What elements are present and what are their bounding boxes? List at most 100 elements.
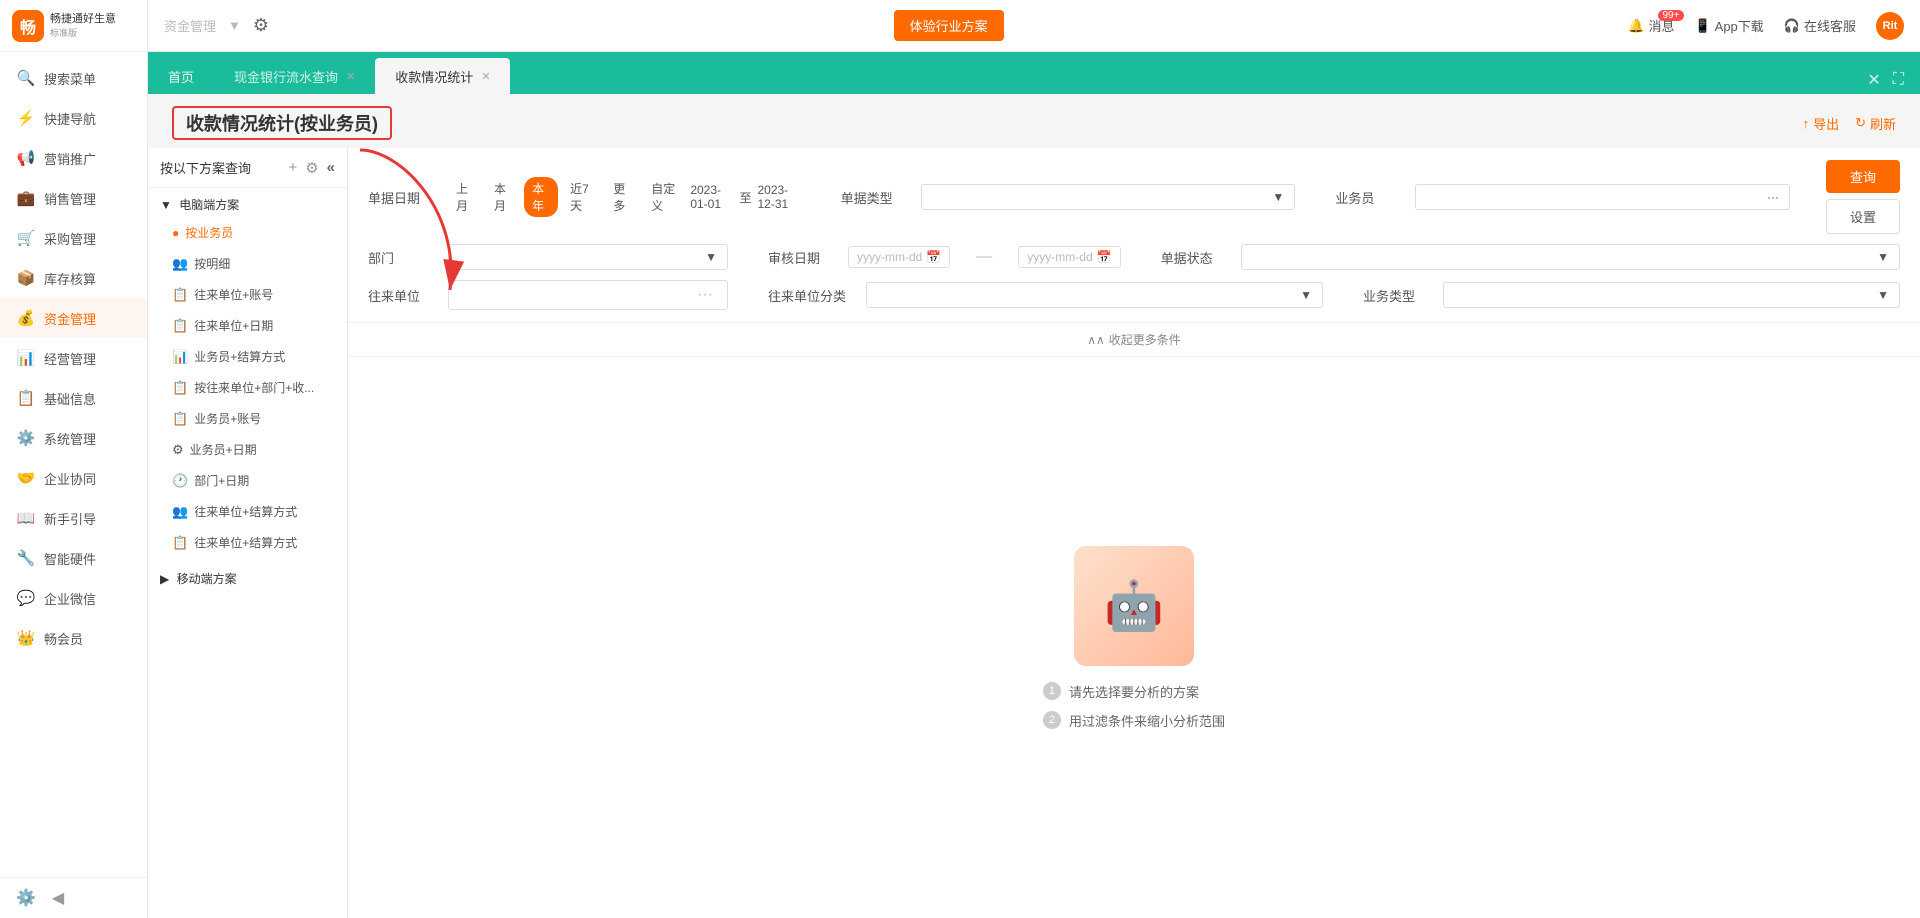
tree-expand-arrow[interactable]: ▼ [160, 198, 172, 212]
shortcut-last-month[interactable]: 上月 [448, 177, 482, 217]
tree-item-salesman-account[interactable]: 📋 业务员+账号 [148, 403, 347, 434]
shortcut-custom[interactable]: 自定义 [643, 177, 686, 217]
counterpart-select[interactable]: ··· [448, 280, 728, 310]
audit-date-from-placeholder: yyyy-mm-dd [857, 250, 922, 264]
tree-item-label: 业务员+结算方式 [194, 348, 285, 365]
doc-status-dropdown-icon: ▼ [1877, 250, 1889, 264]
tree-item-salesman-settle[interactable]: 📊 业务员+结算方式 [148, 341, 347, 372]
doc-type-dropdown-icon: ▼ [1272, 190, 1284, 204]
tab-close-all-icon[interactable]: ✕ [1867, 70, 1880, 90]
tree-expand-mobile-arrow[interactable]: ▶ [160, 572, 169, 586]
date-range-separator: 至 [739, 189, 751, 206]
counterpart-more-icon[interactable]: ··· [697, 286, 713, 304]
search-icon: 🔍 [16, 68, 36, 88]
user-avatar[interactable]: Rit [1876, 12, 1904, 40]
scheme-settings-icon[interactable]: ⚙ [305, 159, 318, 177]
audit-date-from[interactable]: yyyy-mm-dd 📅 [848, 246, 950, 268]
query-button[interactable]: 查询 [1826, 160, 1900, 193]
gear2-icon: ⚙ [172, 442, 184, 458]
tab-receipt[interactable]: 收款情况统计 ✕ [375, 58, 510, 94]
sidebar-item-collab[interactable]: 🤝 企业协同 [0, 458, 147, 498]
export-button[interactable]: ↑ 导出 [1803, 114, 1840, 133]
empty-illustration: 🤖 [1074, 546, 1194, 666]
collapse-sidebar-icon[interactable]: ◀ [52, 888, 64, 908]
sidebar-item-fund[interactable]: 💰 资金管理 [0, 298, 147, 338]
tab-receipt-close[interactable]: ✕ [481, 70, 490, 83]
sidebar-item-purchase[interactable]: 🛒 采购管理 [0, 218, 147, 258]
date-range-display: 2023-01-01 至 2023-12-31 [690, 183, 800, 211]
sidebar-item-basic[interactable]: 📋 基础信息 [0, 378, 147, 418]
refresh-button[interactable]: ↻ 刷新 [1855, 114, 1896, 133]
shortcut-more[interactable]: 更多 [605, 177, 639, 217]
counterpart-label: 往来单位 [368, 286, 428, 305]
sidebar-item-guide[interactable]: 📖 新手引导 [0, 498, 147, 538]
shortcut-this-year[interactable]: 本年 [524, 177, 558, 217]
phone-icon: 📱 [1694, 18, 1710, 34]
tab-cashflow-close[interactable]: ✕ [346, 70, 355, 83]
lightning-icon: ⚡ [16, 108, 36, 128]
doc-type-select[interactable]: ▼ [921, 184, 1296, 210]
tree-item-unit-date[interactable]: 📋 往来单位+日期 [148, 310, 347, 341]
sidebar-bottom: ⚙️ ◀ [0, 877, 147, 918]
audit-date-to[interactable]: yyyy-mm-dd 📅 [1018, 246, 1120, 268]
counterpart-category-dropdown-icon: ▼ [1300, 288, 1312, 302]
tree-item-unit-dept-collect[interactable]: 📋 按往来单位+部门+收... [148, 372, 347, 403]
app-download-button[interactable]: 📱 App下载 [1694, 16, 1763, 35]
content-wrapper: 按以下方案查询 + ⚙ « ▼ 电脑端方案 ● 按业务员 [148, 148, 1920, 918]
sidebar-nav: 🔍 搜索菜单 ⚡ 快捷导航 📢 营销推广 💼 销售管理 🛒 采购管理 📦 库存核… [0, 52, 147, 877]
header-gear-icon[interactable]: ⚙ [253, 15, 269, 36]
tree-group-mobile-label: 移动端方案 [177, 572, 237, 586]
collapse-panel-icon[interactable]: « [327, 159, 335, 176]
date-shortcuts: 上月 本月 本年 近7天 更多 自定义 2023-01-01 至 2023-12… [448, 177, 801, 217]
tree-item-dept-date[interactable]: 🕐 部门+日期 [148, 465, 347, 496]
doc-status-select[interactable]: ▼ [1241, 244, 1900, 270]
empty-tips: 1 请先选择要分析的方案 2 用过滤条件来缩小分析范围 [1043, 682, 1225, 730]
logo-name: 畅捷通好生意 [50, 12, 116, 26]
trial-button[interactable]: 体验行业方案 [894, 10, 1004, 41]
tree-item-salesman-date[interactable]: ⚙ 业务员+日期 [148, 434, 347, 465]
app-download-label: App下载 [1715, 16, 1764, 35]
sidebar-item-wechat[interactable]: 💬 企业微信 [0, 578, 147, 618]
shortcut-this-month[interactable]: 本月 [486, 177, 520, 217]
audit-date-label: 审核日期 [768, 248, 828, 267]
sidebar-item-label: 企业协同 [44, 469, 96, 488]
tab-cashflow[interactable]: 现金银行流水查询 ✕ [214, 58, 375, 94]
settings-button[interactable]: 设置 [1826, 199, 1900, 234]
sidebar: 畅 畅捷通好生意 标准版 🔍 搜索菜单 ⚡ 快捷导航 📢 营销推广 💼 销售管理… [0, 0, 148, 918]
collapse-bar[interactable]: ∧∧ 收起更多条件 [348, 323, 1920, 357]
biz-type-select[interactable]: ▼ [1443, 282, 1900, 308]
shortcut-7days[interactable]: 近7天 [562, 177, 601, 217]
people2-icon: 👥 [172, 504, 188, 520]
settings-bottom-icon[interactable]: ⚙️ [16, 888, 36, 908]
tree-item-label: 往来单位+结算方式 [194, 503, 297, 520]
sidebar-item-inventory[interactable]: 📦 库存核算 [0, 258, 147, 298]
tree-item-by-salesman[interactable]: ● 按业务员 [148, 217, 347, 248]
collapse-label: 收起更多条件 [1109, 331, 1181, 348]
salesman-select[interactable]: ··· [1415, 184, 1790, 210]
tree-item-unit-account[interactable]: 📋 往来单位+账号 [148, 279, 347, 310]
tab-maximize-icon[interactable]: ⛶ [1893, 71, 1904, 89]
sidebar-item-label: 销售管理 [44, 189, 96, 208]
sidebar-item-operation[interactable]: 📊 经营管理 [0, 338, 147, 378]
online-service-button[interactable]: 🎧 在线客服 [1784, 16, 1856, 35]
sidebar-item-vip[interactable]: 👑 畅会员 [0, 618, 147, 658]
tree-item-label: 往来单位+结算方式 [194, 534, 297, 551]
tab-home[interactable]: 首页 [148, 58, 214, 94]
sidebar-item-sales[interactable]: 💼 销售管理 [0, 178, 147, 218]
tree-group-mobile: ▶ 移动端方案 [148, 562, 347, 591]
sidebar-item-hardware[interactable]: 🔧 智能硬件 [0, 538, 147, 578]
sidebar-item-nav[interactable]: ⚡ 快捷导航 [0, 98, 147, 138]
sidebar-item-search[interactable]: 🔍 搜索菜单 [0, 58, 147, 98]
tree-item-unit-settle1[interactable]: 👥 往来单位+结算方式 [148, 496, 347, 527]
add-scheme-icon[interactable]: + [288, 159, 297, 176]
table5-icon: 📋 [172, 535, 188, 551]
message-button[interactable]: 🔔 消息 99+ [1628, 16, 1674, 35]
dept-select[interactable]: ▼ [448, 244, 728, 270]
sidebar-item-system[interactable]: ⚙️ 系统管理 [0, 418, 147, 458]
tree-item-unit-settle2[interactable]: 📋 往来单位+结算方式 [148, 527, 347, 558]
online-service-label: 在线客服 [1804, 16, 1856, 35]
audit-date-separator: — [976, 248, 992, 266]
counterpart-category-select[interactable]: ▼ [866, 282, 1323, 308]
tree-item-detail[interactable]: 👥 按明细 [148, 248, 347, 279]
sidebar-item-marketing[interactable]: 📢 营销推广 [0, 138, 147, 178]
